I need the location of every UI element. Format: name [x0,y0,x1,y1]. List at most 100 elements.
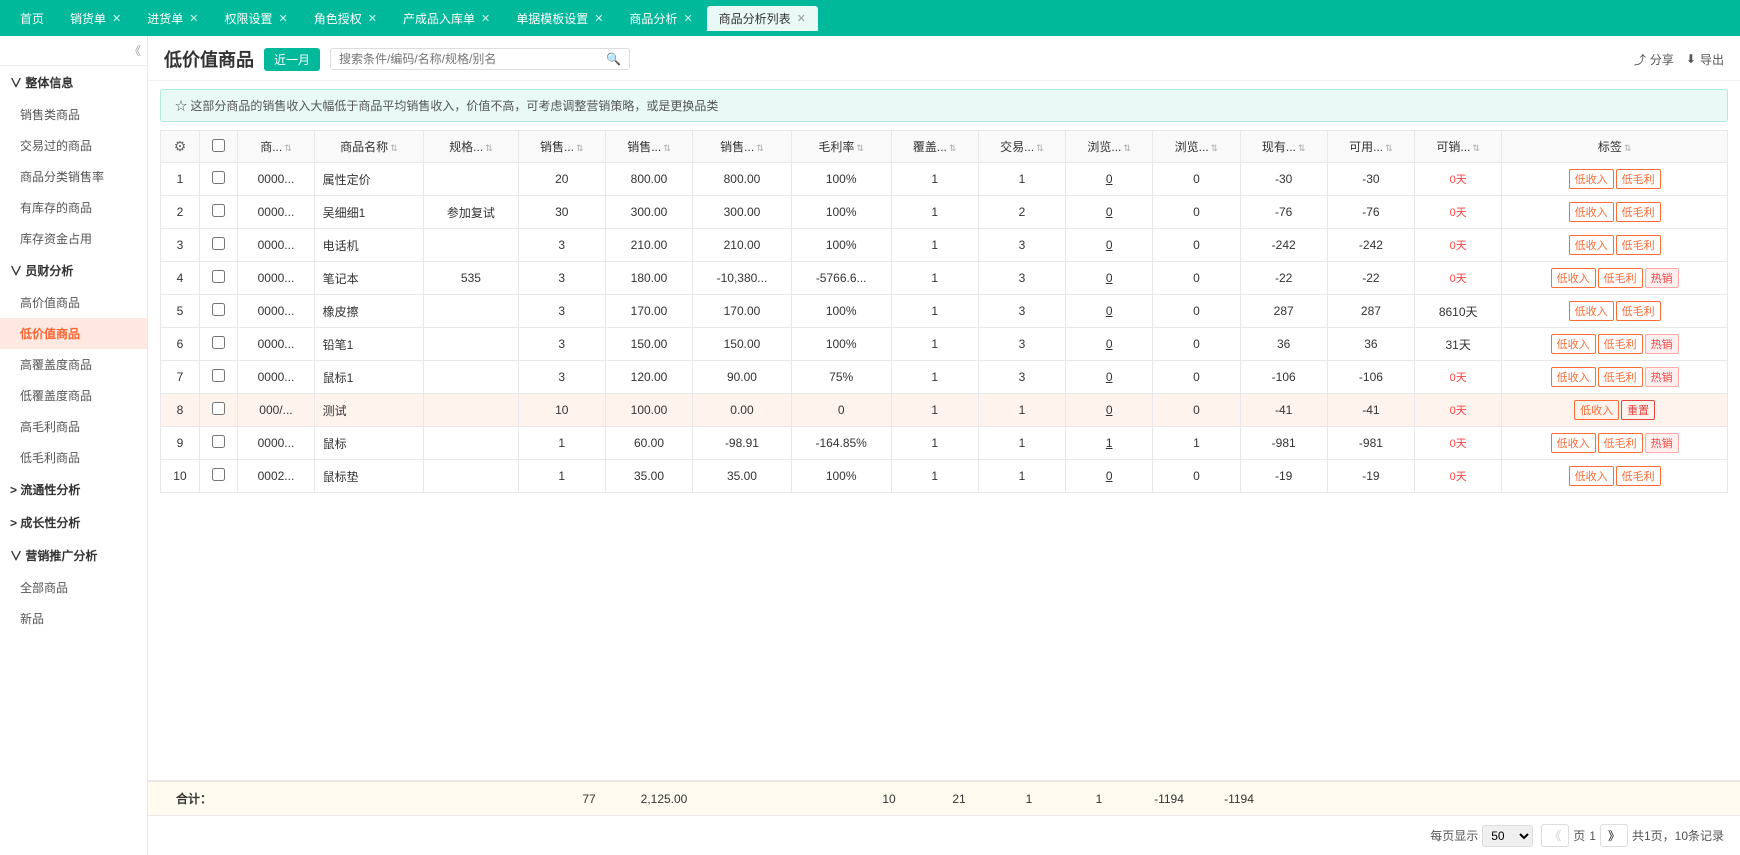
col-sales-price[interactable]: 销售...⇅ [605,131,692,163]
nav-item-warehouse[interactable]: 产成品入库单 ✕ [391,6,502,31]
col-transaction[interactable]: 交易...⇅ [978,131,1065,163]
view1-link[interactable]: 1 [1106,436,1113,450]
col-view1[interactable]: 浏览...⇅ [1066,131,1153,163]
row-checkbox[interactable] [212,171,225,184]
sidebar-group-marketing[interactable]: ∨ 营销推广分析 [0,539,147,572]
row-checkbox[interactable] [212,303,225,316]
view1-link[interactable]: 0 [1106,370,1113,384]
nav-item-sales[interactable]: 销货单 ✕ [58,6,133,31]
close-icon-roles[interactable]: ✕ [368,12,377,25]
cell-view1[interactable]: 0 [1066,229,1153,262]
col-spec[interactable]: 规格...⇅ [424,131,518,163]
row-checkbox[interactable] [212,402,225,415]
close-icon-analysis-list[interactable]: ✕ [797,12,806,25]
cell-view1[interactable]: 0 [1066,262,1153,295]
row-checkbox[interactable] [212,435,225,448]
page-size-select[interactable]: 50 100 200 [1482,825,1533,847]
nav-item-roles[interactable]: 角色授权 ✕ [302,6,389,31]
search-input[interactable] [339,52,602,66]
col-view2[interactable]: 浏览...⇅ [1153,131,1240,163]
view1-link[interactable]: 0 [1106,238,1113,252]
col-checkbox[interactable] [199,131,237,163]
sidebar-item-high-margin[interactable]: 高毛利商品 [0,411,147,442]
sidebar-group-financial[interactable]: ∨ 员财分析 [0,254,147,287]
sidebar-item-traded[interactable]: 交易过的商品 [0,130,147,161]
cell-checkbox[interactable] [199,328,237,361]
sidebar-collapse-button[interactable]: 《 [0,36,147,66]
cell-checkbox[interactable] [199,262,237,295]
col-available[interactable]: 可用...⇅ [1327,131,1414,163]
sidebar-item-low-value[interactable]: 低价值商品 [0,318,147,349]
close-icon-permissions[interactable]: ✕ [279,12,288,25]
view1-link[interactable]: 0 [1106,205,1113,219]
col-name[interactable]: 商品名称⇅ [314,131,424,163]
cell-view1[interactable]: 0 [1066,394,1153,427]
first-page-button[interactable]: 《 [1541,824,1569,847]
row-checkbox[interactable] [212,369,225,382]
row-checkbox[interactable] [212,204,225,217]
sidebar-item-stock-products[interactable]: 有库存的商品 [0,192,147,223]
sidebar-item-new-products[interactable]: 新品 [0,603,147,634]
cell-checkbox[interactable] [199,196,237,229]
row-checkbox[interactable] [212,336,225,349]
close-icon-sales[interactable]: ✕ [112,12,121,25]
sidebar-item-high-coverage[interactable]: 高覆盖度商品 [0,349,147,380]
close-icon-analysis[interactable]: ✕ [683,12,692,25]
nav-item-permissions[interactable]: 权限设置 ✕ [212,6,299,31]
view1-link[interactable]: 0 [1106,469,1113,483]
cell-view1[interactable]: 1 [1066,427,1153,460]
nav-item-analysis[interactable]: 商品分析 ✕ [617,6,704,31]
col-code[interactable]: 商...⇅ [238,131,314,163]
col-coverage[interactable]: 覆盖...⇅ [891,131,978,163]
col-sales-amount[interactable]: 销售...⇅ [693,131,792,163]
row-checkbox[interactable] [212,468,225,481]
next-page-button[interactable]: 》 [1600,824,1628,847]
search-icon[interactable]: 🔍 [606,52,621,66]
col-saleable[interactable]: 可销...⇅ [1415,131,1502,163]
nav-item-template[interactable]: 单据模板设置 ✕ [504,6,615,31]
filter-button[interactable]: 近一月 [264,48,320,71]
sidebar-item-category-rate[interactable]: 商品分类销售率 [0,161,147,192]
view1-link[interactable]: 0 [1106,172,1113,186]
cell-view1[interactable]: 0 [1066,361,1153,394]
sidebar-group-growth[interactable]: > 成长性分析 [0,506,147,539]
close-icon-template[interactable]: ✕ [594,12,603,25]
cell-checkbox[interactable] [199,460,237,493]
export-button[interactable]: ⬇ 导出 [1686,51,1724,68]
cell-checkbox[interactable] [199,163,237,196]
col-margin[interactable]: 毛利率⇅ [791,131,891,163]
sidebar-item-low-coverage[interactable]: 低覆盖度商品 [0,380,147,411]
close-icon-purchase[interactable]: ✕ [189,12,198,25]
view1-link[interactable]: 0 [1106,304,1113,318]
share-button[interactable]: ⤴ 分享 [1634,51,1674,68]
sidebar-group-liquidity[interactable]: > 流通性分析 [0,473,147,506]
sidebar-item-high-value[interactable]: 高价值商品 [0,287,147,318]
cell-view1[interactable]: 0 [1066,163,1153,196]
cell-checkbox[interactable] [199,361,237,394]
cell-view1[interactable]: 0 [1066,295,1153,328]
col-tags[interactable]: 标签⇅ [1502,131,1728,163]
sidebar-item-capital[interactable]: 库存资金占用 [0,223,147,254]
sidebar-group-overall[interactable]: ∨ 整体信息 [0,66,147,99]
nav-item-analysis-list[interactable]: 商品分析列表 ✕ [707,6,818,31]
col-sales-qty[interactable]: 销售...⇅ [518,131,605,163]
cell-checkbox[interactable] [199,394,237,427]
view1-link[interactable]: 0 [1106,337,1113,351]
cell-checkbox[interactable] [199,229,237,262]
settings-icon[interactable]: ⚙ [174,138,187,154]
view1-link[interactable]: 0 [1106,403,1113,417]
col-current[interactable]: 现有...⇅ [1240,131,1327,163]
select-all-checkbox[interactable] [212,139,225,152]
col-gear[interactable]: ⚙ [161,131,200,163]
cell-checkbox[interactable] [199,295,237,328]
close-icon-warehouse[interactable]: ✕ [481,12,490,25]
row-checkbox[interactable] [212,270,225,283]
sidebar-item-low-margin[interactable]: 低毛利商品 [0,442,147,473]
sidebar-item-sales-products[interactable]: 销售类商品 [0,99,147,130]
nav-item-purchase[interactable]: 进货单 ✕ [135,6,210,31]
sidebar-item-all-products[interactable]: 全部商品 [0,572,147,603]
row-checkbox[interactable] [212,237,225,250]
view1-link[interactable]: 0 [1106,271,1113,285]
cell-checkbox[interactable] [199,427,237,460]
cell-view1[interactable]: 0 [1066,196,1153,229]
